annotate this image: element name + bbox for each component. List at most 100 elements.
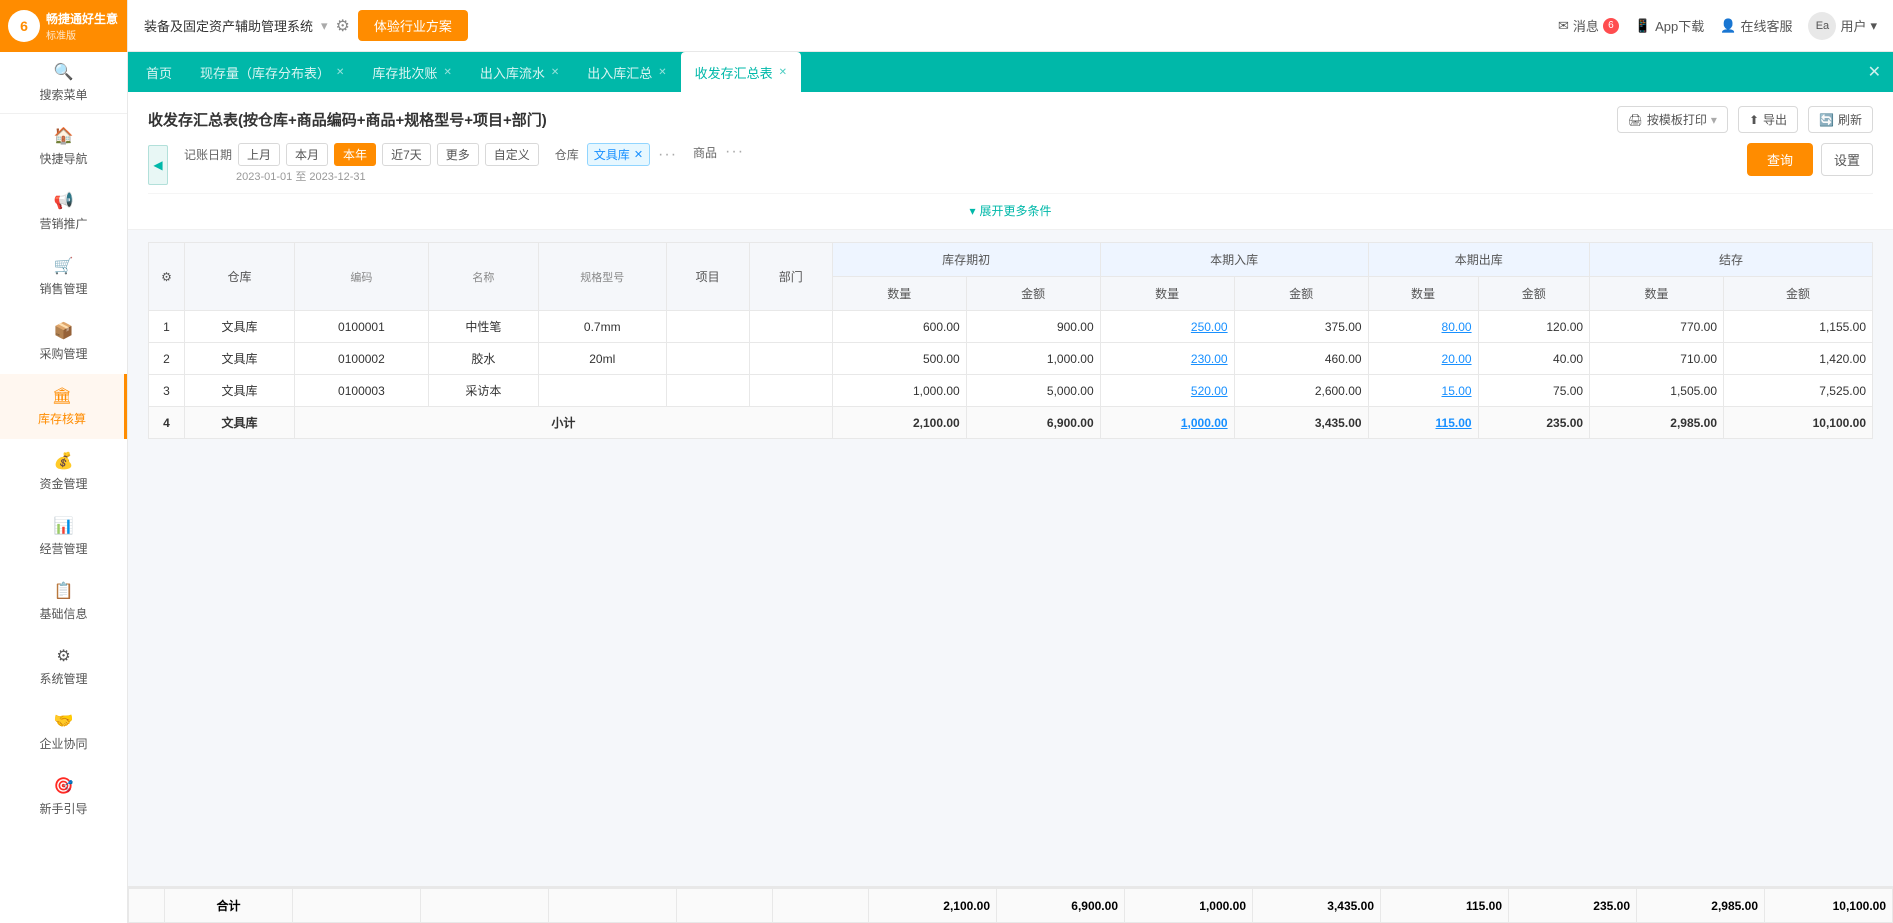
date-btn-custom[interactable]: 自定义: [485, 143, 539, 166]
tab-inventory-dist-label: 现存量（库存分布表）: [200, 63, 330, 82]
sidebar-item-basic[interactable]: 📋 基础信息: [0, 569, 127, 634]
cell-out-qty[interactable]: 80.00: [1368, 311, 1478, 343]
expand-conditions[interactable]: ▾ 展开更多条件: [148, 193, 1873, 219]
app-logo-icon: 6: [8, 10, 40, 42]
tab-recv-send[interactable]: 收发存汇总表 ✕: [681, 52, 801, 92]
tab-recv-send-close[interactable]: ✕: [779, 67, 787, 78]
sales-icon: 🛒: [54, 256, 74, 276]
sidebar-item-inventory[interactable]: 🏛 库存核算: [0, 374, 127, 439]
footer-out-qty: 115.00: [1381, 889, 1509, 923]
th-group-in: 本期入库: [1100, 243, 1368, 277]
app-download-item[interactable]: 📱 App下载: [1635, 16, 1704, 35]
tab-summary[interactable]: 出入库汇总 ✕: [573, 52, 680, 92]
sidebar-item-enterprise[interactable]: 🤝 企业协同: [0, 699, 127, 764]
cell-open-qty: 1,000.00: [832, 375, 966, 407]
tab-flow[interactable]: 出入库流水 ✕: [466, 52, 573, 92]
sidebar-item-system[interactable]: ⚙ 系统管理: [0, 634, 127, 699]
tab-flow-label: 出入库流水: [480, 63, 545, 82]
th-out-amt: 金额: [1478, 277, 1589, 311]
cell-project: [666, 311, 749, 343]
sidebar-item-marketing[interactable]: 📢 营销推广: [0, 179, 127, 244]
sidebar-item-guide[interactable]: 🎯 新手引导: [0, 764, 127, 829]
tab-batch-ledger[interactable]: 库存批次账 ✕: [358, 52, 465, 92]
print-button[interactable]: 🖨 按模板打印 ▾: [1617, 106, 1728, 133]
home-icon: 🏠: [54, 126, 74, 146]
sidebar-item-label: 基础信息: [39, 605, 87, 622]
online-service-label: 在线客服: [1740, 16, 1792, 35]
trial-button[interactable]: 体验行业方案: [358, 10, 468, 41]
date-btn-last-month[interactable]: 上月: [238, 143, 280, 166]
user-dropdown-icon: ▾: [1870, 18, 1877, 34]
cell-in-qty[interactable]: 520.00: [1100, 375, 1234, 407]
warehouse-more-btn[interactable]: ···: [658, 146, 677, 164]
app-download-label: App下载: [1655, 16, 1704, 35]
warehouse-tag-remove[interactable]: ✕: [634, 148, 643, 161]
th-project: 项目: [666, 243, 749, 311]
user-avatar: Ea: [1808, 12, 1836, 40]
tab-inventory-dist-close[interactable]: ✕: [336, 67, 344, 78]
cell-name: 采访本: [428, 375, 538, 407]
cell-out-amt: 75.00: [1478, 375, 1589, 407]
sidebar-item-sales[interactable]: 🛒 销售管理: [0, 244, 127, 309]
service-icon: 👤: [1720, 18, 1736, 34]
cell-in-qty[interactable]: 230.00: [1100, 343, 1234, 375]
date-btn-more[interactable]: 更多: [437, 143, 479, 166]
cell-in-amt: 460.00: [1234, 343, 1368, 375]
cell-in-amt: 2,600.00: [1234, 375, 1368, 407]
system-icon: ⚙: [56, 646, 70, 666]
footer-open-amt: 6,900.00: [997, 889, 1125, 923]
cell-out-qty[interactable]: 15.00: [1368, 375, 1478, 407]
phone-icon: 📱: [1635, 18, 1651, 34]
cell-open-amt: 1,000.00: [966, 343, 1100, 375]
goods-more-btn[interactable]: ···: [725, 143, 744, 161]
cell-in-qty[interactable]: 250.00: [1100, 311, 1234, 343]
cell-no: 1: [149, 311, 185, 343]
date-label: 记账日期: [184, 146, 232, 163]
tab-home-label: 首页: [146, 63, 172, 82]
tab-inventory-dist[interactable]: 现存量（库存分布表） ✕: [186, 52, 358, 92]
cell-out-qty[interactable]: 20.00: [1368, 343, 1478, 375]
message-icon: ✉: [1558, 18, 1569, 34]
collapse-button[interactable]: ◀: [148, 145, 168, 185]
th-goods-name: 名称: [428, 243, 538, 311]
marketing-icon: 📢: [54, 191, 74, 211]
footer-close-amt: 10,100.00: [1765, 889, 1893, 923]
tab-home[interactable]: 首页: [132, 52, 186, 92]
tab-summary-label: 出入库汇总: [587, 63, 652, 82]
sidebar-item-search[interactable]: 🔍 搜索菜单: [0, 52, 127, 114]
sub-in-qty: 1,000.00: [1100, 407, 1234, 439]
tabs-close-all[interactable]: ✕: [1860, 62, 1889, 82]
cell-dept: [749, 343, 832, 375]
system-select-arrow[interactable]: ▾: [321, 18, 328, 34]
sidebar-item-operation[interactable]: 📊 经营管理: [0, 504, 127, 569]
sidebar-item-finance[interactable]: 💰 资金管理: [0, 439, 127, 504]
refresh-button[interactable]: 🔄 刷新: [1808, 106, 1873, 133]
data-table: ⚙ 仓库 编码 名称 规格型号 项目 部门 库存期初 本期入库 本期出库 结存 …: [148, 242, 1873, 439]
sidebar-item-label: 搜索菜单: [39, 86, 87, 103]
date-btn-7days[interactable]: 近7天: [382, 143, 431, 166]
tab-batch-ledger-close[interactable]: ✕: [443, 67, 451, 78]
date-filter-row: 记账日期 上月 本月 本年 近7天 更多 自定义: [184, 143, 539, 166]
sidebar-item-purchase[interactable]: 📦 采购管理: [0, 309, 127, 374]
setting-button[interactable]: 设置: [1821, 143, 1873, 176]
search-icon: 🔍: [54, 62, 74, 82]
export-button[interactable]: ⬆ 导出: [1738, 106, 1798, 133]
sub-open-amt: 6,900.00: [966, 407, 1100, 439]
date-btn-this-year[interactable]: 本年: [334, 143, 376, 166]
date-btn-this-month[interactable]: 本月: [286, 143, 328, 166]
cell-out-amt: 120.00: [1478, 311, 1589, 343]
tab-summary-close[interactable]: ✕: [658, 67, 666, 78]
cell-spec: [538, 375, 666, 407]
tab-recv-send-label: 收发存汇总表: [695, 63, 773, 82]
refresh-icon: 🔄: [1819, 113, 1834, 127]
th-settings[interactable]: ⚙: [149, 243, 185, 311]
online-service-item[interactable]: 👤 在线客服: [1720, 16, 1792, 35]
cell-warehouse: 文具库: [185, 343, 295, 375]
query-button[interactable]: 查询: [1747, 143, 1813, 176]
settings-icon[interactable]: ⚙: [336, 16, 350, 36]
user-item[interactable]: Ea 用户 ▾: [1808, 12, 1877, 40]
sidebar-item-quick[interactable]: 🏠 快捷导航: [0, 114, 127, 179]
cell-warehouse: 文具库: [185, 311, 295, 343]
tab-flow-close[interactable]: ✕: [551, 67, 559, 78]
message-item[interactable]: ✉ 消息 6: [1558, 16, 1619, 35]
